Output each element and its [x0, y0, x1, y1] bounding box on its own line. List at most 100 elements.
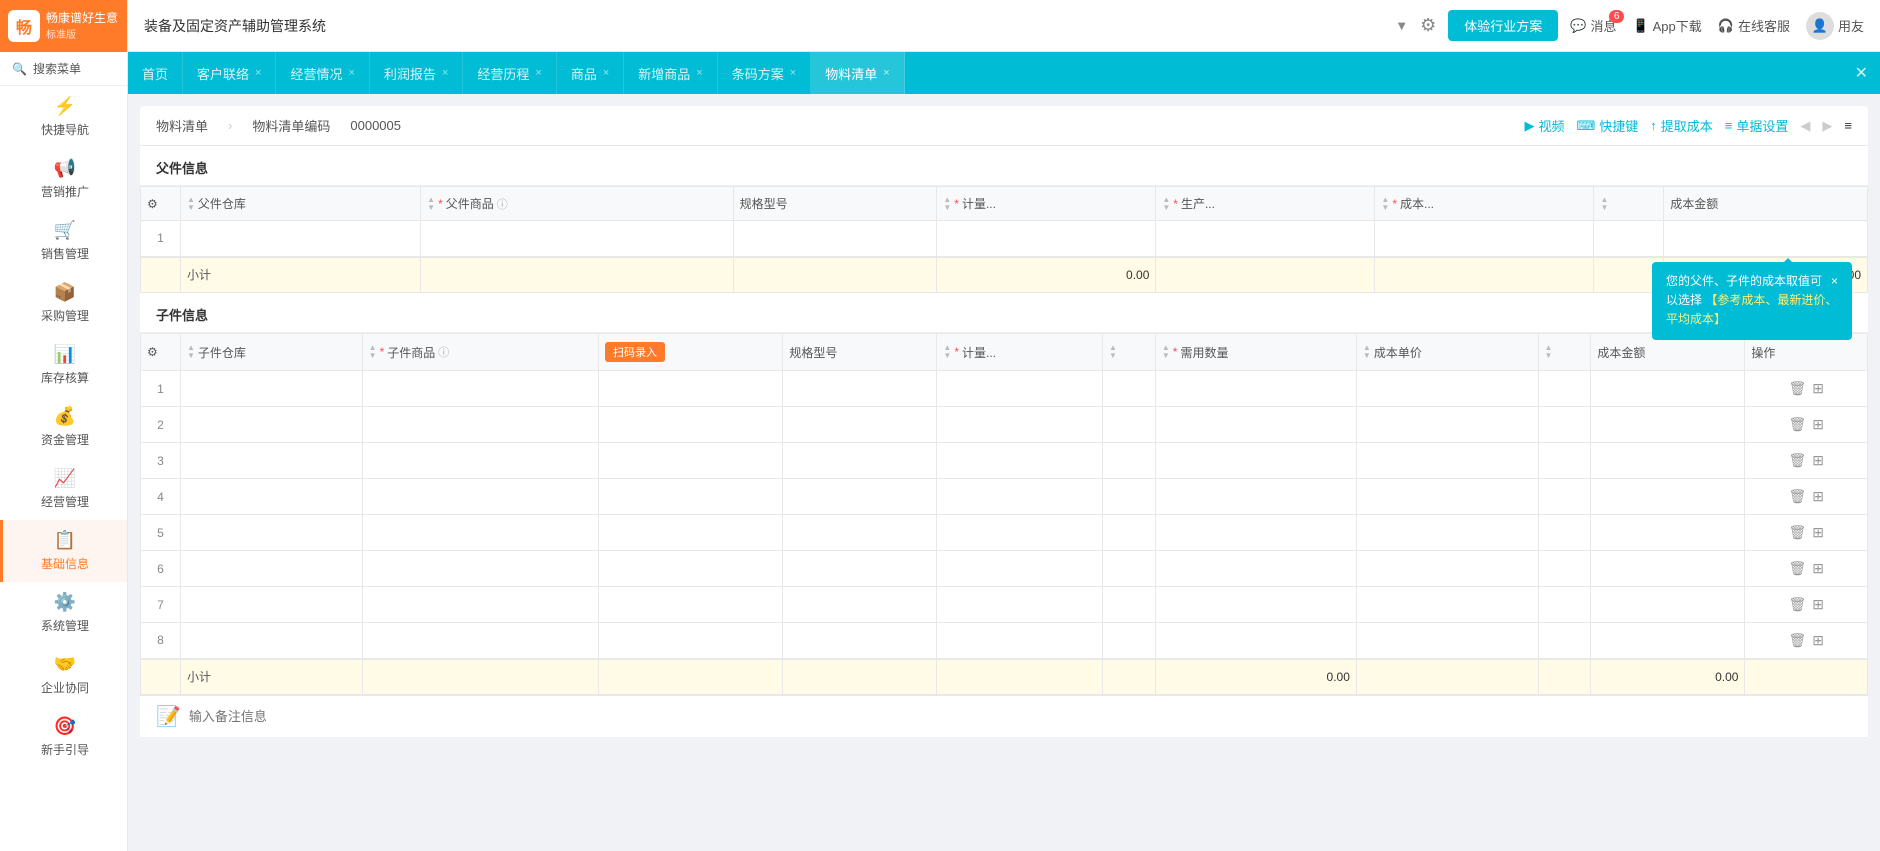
copy-icon-3[interactable]: ⊞: [1812, 452, 1824, 469]
tab-business-close[interactable]: ×: [348, 67, 354, 79]
tab-products[interactable]: 商品 ×: [557, 52, 624, 94]
message-button[interactable]: 💬 消息 6: [1570, 16, 1616, 35]
tab-history-close[interactable]: ×: [535, 67, 541, 79]
child-cell-quantity-6[interactable]: [1155, 551, 1356, 587]
child-cell-scan-8[interactable]: [599, 623, 783, 659]
nav-prev-button[interactable]: ◀: [1800, 118, 1810, 134]
nav-next-button[interactable]: ▶: [1822, 118, 1832, 134]
sidebar-item-basic-info[interactable]: 📋 基础信息: [0, 520, 127, 582]
child-cell-warehouse-5[interactable]: [181, 515, 363, 551]
child-cell-unit-3[interactable]: [937, 443, 1103, 479]
child-cell-scan-3[interactable]: [599, 443, 783, 479]
child-cell-sort2-1[interactable]: [1538, 371, 1591, 407]
child-cell-product-7[interactable]: [362, 587, 598, 623]
tab-history[interactable]: 经营历程 ×: [463, 52, 556, 94]
copy-icon-6[interactable]: ⊞: [1812, 560, 1824, 577]
child-cell-amount-1[interactable]: [1591, 371, 1745, 407]
nav-close-all-button[interactable]: ✕: [1851, 59, 1872, 87]
tab-barcode-close[interactable]: ×: [790, 67, 796, 79]
child-cell-sort2-7[interactable]: [1538, 587, 1591, 623]
sidebar-item-purchase[interactable]: 📦 采购管理: [0, 272, 127, 334]
child-cell-scan-2[interactable]: [599, 407, 783, 443]
tab-customer[interactable]: 客户联络 ×: [183, 52, 276, 94]
parent-cell-unit-1[interactable]: [937, 221, 1156, 257]
tab-bom-close[interactable]: ×: [883, 67, 889, 79]
child-cell-product-1[interactable]: [362, 371, 598, 407]
child-cell-spec-5[interactable]: [783, 515, 937, 551]
shortcut-action[interactable]: ⌨ 快捷键: [1577, 116, 1639, 135]
tab-profit-close[interactable]: ×: [442, 67, 448, 79]
child-col-settings[interactable]: ⚙: [141, 334, 181, 371]
extract-cost-action[interactable]: ↑ 提取成本: [1650, 116, 1713, 135]
child-cell-quantity-7[interactable]: [1155, 587, 1356, 623]
child-cell-product-4[interactable]: [362, 479, 598, 515]
delete-icon-4[interactable]: 🗑: [1788, 488, 1806, 505]
child-cell-sort2-6[interactable]: [1538, 551, 1591, 587]
sidebar-item-marketing[interactable]: 📢 营销推广: [0, 148, 127, 210]
child-cell-sort-2[interactable]: [1103, 407, 1156, 443]
child-cell-sort-3[interactable]: [1103, 443, 1156, 479]
tab-home[interactable]: 首页: [128, 52, 183, 94]
child-cell-warehouse-6[interactable]: [181, 551, 363, 587]
child-cell-unit-2[interactable]: [937, 407, 1103, 443]
child-cell-scan-1[interactable]: [599, 371, 783, 407]
child-cell-unitcost-8[interactable]: [1356, 623, 1538, 659]
sidebar-item-sales[interactable]: 🛒 销售管理: [0, 210, 127, 272]
child-cell-unitcost-7[interactable]: [1356, 587, 1538, 623]
copy-icon-1[interactable]: ⊞: [1812, 380, 1824, 397]
child-cell-sort2-2[interactable]: [1538, 407, 1591, 443]
child-cell-sort-7[interactable]: [1103, 587, 1156, 623]
tab-add-product[interactable]: 新增商品 ×: [624, 52, 717, 94]
child-cell-unit-1[interactable]: [937, 371, 1103, 407]
child-cell-amount-2[interactable]: [1591, 407, 1745, 443]
child-cell-scan-6[interactable]: [599, 551, 783, 587]
child-cell-amount-5[interactable]: [1591, 515, 1745, 551]
sidebar-item-finance[interactable]: 💰 资金管理: [0, 396, 127, 458]
tab-products-close[interactable]: ×: [603, 67, 609, 79]
delete-icon-1[interactable]: 🗑: [1788, 380, 1806, 397]
child-cell-product-3[interactable]: [362, 443, 598, 479]
child-cell-sort2-8[interactable]: [1538, 623, 1591, 659]
sidebar-item-quick-nav[interactable]: ⚡ 快捷导航: [0, 86, 127, 148]
child-cell-unit-5[interactable]: [937, 515, 1103, 551]
child-cell-amount-7[interactable]: [1591, 587, 1745, 623]
child-cell-sort2-3[interactable]: [1538, 443, 1591, 479]
scan-button[interactable]: 扫码录入: [605, 342, 665, 362]
child-cell-sort2-5[interactable]: [1538, 515, 1591, 551]
sidebar-item-system[interactable]: ⚙️ 系统管理: [0, 582, 127, 644]
parent-col-settings[interactable]: ⚙: [141, 187, 181, 221]
trial-button[interactable]: 体验行业方案: [1448, 10, 1558, 41]
child-cell-quantity-4[interactable]: [1155, 479, 1356, 515]
child-cell-warehouse-1[interactable]: [181, 371, 363, 407]
child-cell-sort-5[interactable]: [1103, 515, 1156, 551]
child-cell-scan-4[interactable]: [599, 479, 783, 515]
sidebar-item-collab[interactable]: 🤝 企业协同: [0, 644, 127, 706]
gear-icon[interactable]: ⚙: [1420, 15, 1436, 36]
child-cell-quantity-3[interactable]: [1155, 443, 1356, 479]
view-action[interactable]: ▶ 视频: [1524, 116, 1564, 135]
app-download-button[interactable]: 📱 App下载: [1632, 16, 1701, 35]
dropdown-arrow-icon[interactable]: ▼: [1395, 18, 1408, 33]
sidebar-item-operations[interactable]: 📈 经营管理: [0, 458, 127, 520]
copy-icon-2[interactable]: ⊞: [1812, 416, 1824, 433]
child-cell-quantity-2[interactable]: [1155, 407, 1356, 443]
child-cell-product-8[interactable]: [362, 623, 598, 659]
child-cell-spec-2[interactable]: [783, 407, 937, 443]
delete-icon-7[interactable]: 🗑: [1788, 596, 1806, 613]
child-cell-spec-3[interactable]: [783, 443, 937, 479]
child-cell-warehouse-2[interactable]: [181, 407, 363, 443]
child-cell-unitcost-4[interactable]: [1356, 479, 1538, 515]
child-cell-unitcost-6[interactable]: [1356, 551, 1538, 587]
parent-cell-sort-1[interactable]: [1594, 221, 1664, 257]
sidebar-item-inventory[interactable]: 📊 库存核算: [0, 334, 127, 396]
parent-cell-warehouse-1[interactable]: [181, 221, 421, 257]
child-cell-scan-5[interactable]: [599, 515, 783, 551]
child-cell-warehouse-4[interactable]: [181, 479, 363, 515]
child-cell-unitcost-1[interactable]: [1356, 371, 1538, 407]
child-cell-warehouse-3[interactable]: [181, 443, 363, 479]
copy-icon-4[interactable]: ⊞: [1812, 488, 1824, 505]
copy-icon-8[interactable]: ⊞: [1812, 632, 1824, 649]
copy-icon-5[interactable]: ⊞: [1812, 524, 1824, 541]
child-cell-spec-8[interactable]: [783, 623, 937, 659]
child-cell-spec-7[interactable]: [783, 587, 937, 623]
